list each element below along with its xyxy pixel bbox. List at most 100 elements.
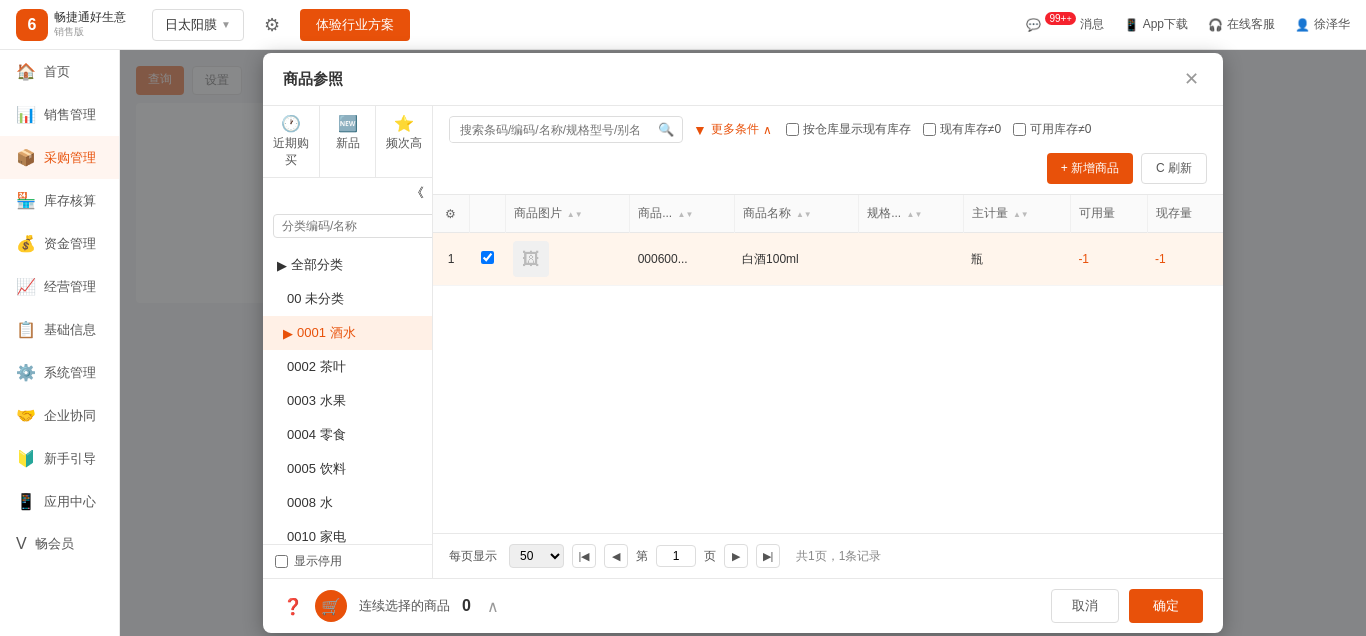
show-disabled-label[interactable]: 显示停用 [294,553,342,570]
category-footer: 显示停用 [263,544,432,578]
cat-nav-recent-label: 近期购买 [273,136,309,167]
dialog-close-button[interactable]: ✕ [1179,67,1203,91]
cat-nav-new[interactable]: 🆕 新品 [320,106,377,177]
sidebar-apps-label: 应用中心 [44,493,96,511]
cart-icon[interactable]: 🛒 [315,590,347,622]
sidebar-item-sales[interactable]: 📊 销售管理 [0,93,119,136]
cat-label-appliance: 0010 家电 [287,528,346,544]
sidebar-item-basic[interactable]: 📋 基础信息 [0,308,119,351]
cat-item-water[interactable]: 0008 水 [263,486,432,520]
sidebar-item-business[interactable]: 📈 经营管理 [0,265,119,308]
product-image: 🖼 [513,241,549,277]
sidebar-item-home[interactable]: 🏠 首页 [0,50,119,93]
notifications-item[interactable]: 💬 99++ 消息 [1026,16,1103,33]
footer-collapse-icon[interactable]: ∧ [487,597,499,616]
category-panel: 🕐 近期购买 🆕 新品 ⭐ 频次高 [263,106,433,578]
sidebar-item-system[interactable]: ⚙️ 系统管理 [0,351,119,394]
collapse-button[interactable]: 《 [263,178,432,208]
cat-label-uncategorized: 00 未分类 [287,290,344,308]
filter-collapse-icon: ∧ [763,123,772,137]
checkbox-warehouse[interactable]: 按仓库显示现有库存 [786,121,911,138]
cat-nav-frequent[interactable]: ⭐ 频次高 [376,106,432,177]
logo-area: 6 畅捷通好生意 销售版 [16,9,136,41]
available-nonzero-checkbox[interactable] [1013,123,1026,136]
sidebar-purchase-label: 采购管理 [44,149,96,167]
page-total: 共1页，1条记录 [796,548,881,565]
refresh-button[interactable]: C 刷新 [1141,153,1207,184]
last-page-button[interactable]: ▶| [756,544,780,568]
page-input[interactable] [656,545,696,567]
th-spec: 规格... ▲▼ [859,195,963,233]
th-stock-label: 现存量 [1156,206,1192,220]
page-size-select[interactable]: 50 100 200 [509,544,564,568]
row-checkbox[interactable] [481,251,494,264]
filter-label: 更多条件 [711,121,759,138]
first-page-button[interactable]: |◀ [572,544,596,568]
cat-item-appliance[interactable]: 0010 家电 [263,520,432,544]
checkbox-available-nonzero[interactable]: 可用库存≠0 [1013,121,1091,138]
category-search-input[interactable] [273,214,433,238]
th-img: 商品图片 ▲▼ [505,195,630,233]
sidebar-system-label: 系统管理 [44,364,96,382]
sidebar-item-apps[interactable]: 📱 应用中心 [0,480,119,523]
product-toolbar: 🔍 ▼ 更多条件 ∧ 按仓库显示现有库存 [433,106,1223,195]
settings-icon[interactable]: ⚙ [256,9,288,41]
confirm-button[interactable]: 确定 [1129,589,1203,623]
online-service-label: 在线客服 [1227,16,1275,33]
sort-code-icon: ▲▼ [678,210,694,219]
sidebar-item-guide[interactable]: 🔰 新手引导 [0,437,119,480]
system-icon: ⚙️ [16,363,36,382]
username-label: 徐泽华 [1314,16,1350,33]
cat-item-uncategorized[interactable]: 00 未分类 [263,282,432,316]
sidebar-item-finance[interactable]: 💰 资金管理 [0,222,119,265]
product-search-icon[interactable]: 🔍 [650,117,682,142]
cat-item-beverage[interactable]: 0005 饮料 [263,452,432,486]
checkbox-stock-nonzero[interactable]: 现有库存≠0 [923,121,1001,138]
app-download-item[interactable]: 📱 App下载 [1124,16,1188,33]
product-search-input[interactable] [450,118,650,142]
notifications-label: 消息 [1080,16,1104,33]
category-nav-icons: 🕐 近期购买 🆕 新品 ⭐ 频次高 [263,106,432,178]
add-product-button[interactable]: + 新增商品 [1047,153,1133,184]
table-row[interactable]: 1 🖼 000600... 白酒100ml [433,233,1223,286]
cat-item-snack[interactable]: 0004 零食 [263,418,432,452]
sidebar-basic-label: 基础信息 [44,321,96,339]
next-page-button[interactable]: ▶ [724,544,748,568]
sidebar-item-inventory[interactable]: 🏪 库存核算 [0,179,119,222]
sidebar-item-enterprise[interactable]: 🤝 企业协同 [0,394,119,437]
sidebar-item-vip[interactable]: V 畅会员 [0,523,119,565]
warehouse-checkbox[interactable] [786,123,799,136]
stock-nonzero-checkbox[interactable] [923,123,936,136]
cat-item-liquor[interactable]: ▶ 0001 酒水 [263,316,432,350]
help-icon[interactable]: ❓ [283,597,303,616]
th-available-label: 可用量 [1079,206,1115,220]
cancel-button[interactable]: 取消 [1051,589,1119,623]
online-service-item[interactable]: 🎧 在线客服 [1208,16,1275,33]
mobile-icon: 📱 [1124,18,1139,32]
user-item[interactable]: 👤 徐泽华 [1295,16,1350,33]
cat-item-tea[interactable]: 0002 茶叶 [263,350,432,384]
sidebar-item-purchase[interactable]: 📦 采购管理 [0,136,119,179]
page-unit: 页 [704,548,716,565]
th-img-label: 商品图片 [514,206,562,220]
cat-label-liquor: 0001 酒水 [297,324,356,342]
th-name: 商品名称 ▲▼ [734,195,859,233]
cat-item-fruit[interactable]: 0003 水果 [263,384,432,418]
th-unit-label: 主计量 [972,206,1008,220]
store-dropdown[interactable]: 日太阳膜 ▼ [152,9,244,41]
filter-button[interactable]: ▼ 更多条件 ∧ [693,121,772,138]
sort-name-icon: ▲▼ [796,210,812,219]
store-name: 日太阳膜 [165,16,217,34]
th-settings: ⚙ [433,195,469,233]
show-disabled-checkbox[interactable] [275,555,288,568]
checkbox-filters: 按仓库显示现有库存 现有库存≠0 可用库存≠0 [786,121,1092,138]
cat-nav-recent[interactable]: 🕐 近期购买 [263,106,320,177]
filter-icon: ▼ [693,122,707,138]
finance-icon: 💰 [16,234,36,253]
vip-icon: V [16,535,27,553]
prev-page-button[interactable]: ◀ [604,544,628,568]
cat-item-all[interactable]: ▶ 全部分类 [263,248,432,282]
sidebar-sales-label: 销售管理 [44,106,96,124]
cta-button[interactable]: 体验行业方案 [300,9,410,41]
products-table: ⚙ 商品图片 ▲▼ 商品... ▲▼ [433,195,1223,286]
